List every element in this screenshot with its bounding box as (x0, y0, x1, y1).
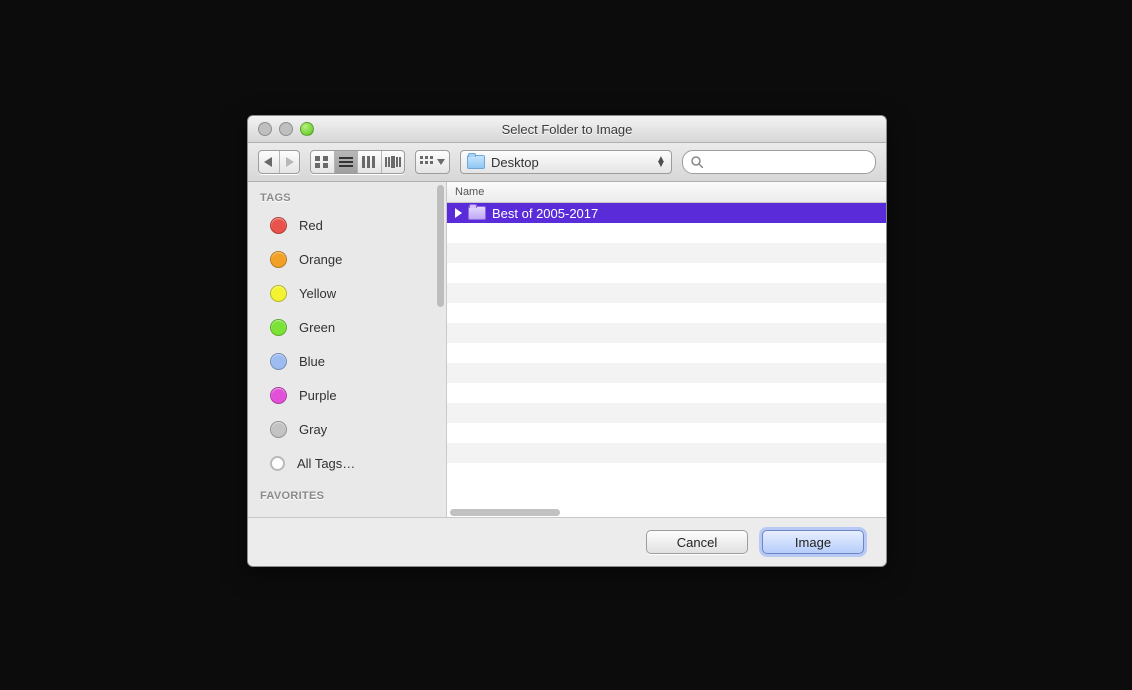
list-icon (339, 156, 353, 168)
cancel-button[interactable]: Cancel (646, 530, 748, 554)
location-label: Desktop (491, 155, 650, 170)
list-row-empty (447, 363, 886, 383)
chevron-down-icon (437, 159, 445, 165)
tag-label: Red (299, 218, 323, 233)
button-label: Image (795, 535, 831, 550)
search-input[interactable] (708, 154, 867, 170)
location-popup[interactable]: Desktop ▲▼ (460, 150, 672, 174)
window-title: Select Folder to Image (248, 122, 886, 137)
tag-blue[interactable]: Blue (248, 344, 446, 378)
tag-orange[interactable]: Orange (248, 242, 446, 276)
tag-dot-icon (270, 251, 287, 268)
list-row-empty (447, 423, 886, 443)
tag-label: Yellow (299, 286, 336, 301)
tag-label: Gray (299, 422, 327, 437)
tag-green[interactable]: Green (248, 310, 446, 344)
list-row-empty (447, 403, 886, 423)
toolbar: Desktop ▲▼ (248, 143, 886, 182)
disclosure-triangle-icon[interactable] (455, 208, 462, 218)
list-row-empty (447, 323, 886, 343)
folder-icon (468, 206, 486, 220)
grid-icon (315, 156, 329, 168)
nav-history-segment (258, 150, 300, 174)
all-tags-icon (270, 456, 285, 471)
sidebar-scrollbar[interactable] (437, 185, 444, 307)
button-label: Cancel (677, 535, 717, 550)
tag-red[interactable]: Red (248, 208, 446, 242)
list-row-empty (447, 463, 886, 483)
tag-purple[interactable]: Purple (248, 378, 446, 412)
sidebar: TAGS Red Orange Yellow Green Blue (248, 182, 447, 518)
confirm-button[interactable]: Image (762, 530, 864, 554)
view-mode-segment (310, 150, 405, 174)
tag-dot-icon (270, 217, 287, 234)
horizontal-scrollbar[interactable] (450, 509, 560, 516)
tag-dot-icon (270, 387, 287, 404)
dialog-footer: Cancel Image (248, 517, 886, 566)
item-name: Best of 2005-2017 (492, 206, 598, 221)
tag-label: Blue (299, 354, 325, 369)
search-field[interactable] (682, 150, 876, 174)
tag-dot-icon (270, 319, 287, 336)
list-row-empty (447, 343, 886, 363)
view-coverflow-button[interactable] (382, 151, 404, 173)
forward-button[interactable] (280, 151, 300, 173)
list-row-empty (447, 443, 886, 463)
folder-icon (467, 155, 485, 169)
tag-label: All Tags… (297, 456, 355, 471)
tag-label: Purple (299, 388, 337, 403)
updown-arrows-icon: ▲▼ (656, 157, 665, 167)
column-header-name[interactable]: Name (447, 182, 886, 203)
column-header-label: Name (455, 186, 484, 198)
list-row-empty (447, 263, 886, 283)
list-row-empty (447, 283, 886, 303)
tag-dot-icon (270, 421, 287, 438)
triangle-right-icon (285, 157, 294, 167)
coverflow-icon (385, 156, 401, 168)
triangle-left-icon (264, 157, 273, 167)
list-row-empty (447, 303, 886, 323)
view-icons-button[interactable] (311, 151, 334, 173)
tag-all[interactable]: All Tags… (248, 446, 446, 480)
search-icon (691, 156, 703, 168)
view-list-button[interactable] (335, 151, 358, 173)
file-list-pane: Name Best of 2005-2017 (447, 182, 886, 518)
list-row-empty (447, 383, 886, 403)
back-button[interactable] (259, 151, 280, 173)
arrange-button[interactable] (415, 150, 450, 174)
titlebar[interactable]: Select Folder to Image (248, 116, 886, 143)
tag-label: Orange (299, 252, 342, 267)
sidebar-section-tags: TAGS (248, 182, 446, 208)
dialog-body: TAGS Red Orange Yellow Green Blue (248, 182, 886, 518)
columns-icon (362, 156, 376, 168)
tag-gray[interactable]: Gray (248, 412, 446, 446)
tag-label: Green (299, 320, 335, 335)
list-row-empty (447, 243, 886, 263)
sidebar-section-favorites: FAVORITES (248, 480, 446, 506)
list-row-empty (447, 223, 886, 243)
view-columns-button[interactable] (358, 151, 381, 173)
tag-dot-icon (270, 285, 287, 302)
file-open-dialog: Select Folder to Image (247, 115, 887, 567)
grid-small-icon (420, 156, 434, 168)
tag-dot-icon (270, 353, 287, 370)
tag-yellow[interactable]: Yellow (248, 276, 446, 310)
file-list[interactable]: Best of 2005-2017 (447, 203, 886, 518)
list-item[interactable]: Best of 2005-2017 (447, 203, 886, 223)
